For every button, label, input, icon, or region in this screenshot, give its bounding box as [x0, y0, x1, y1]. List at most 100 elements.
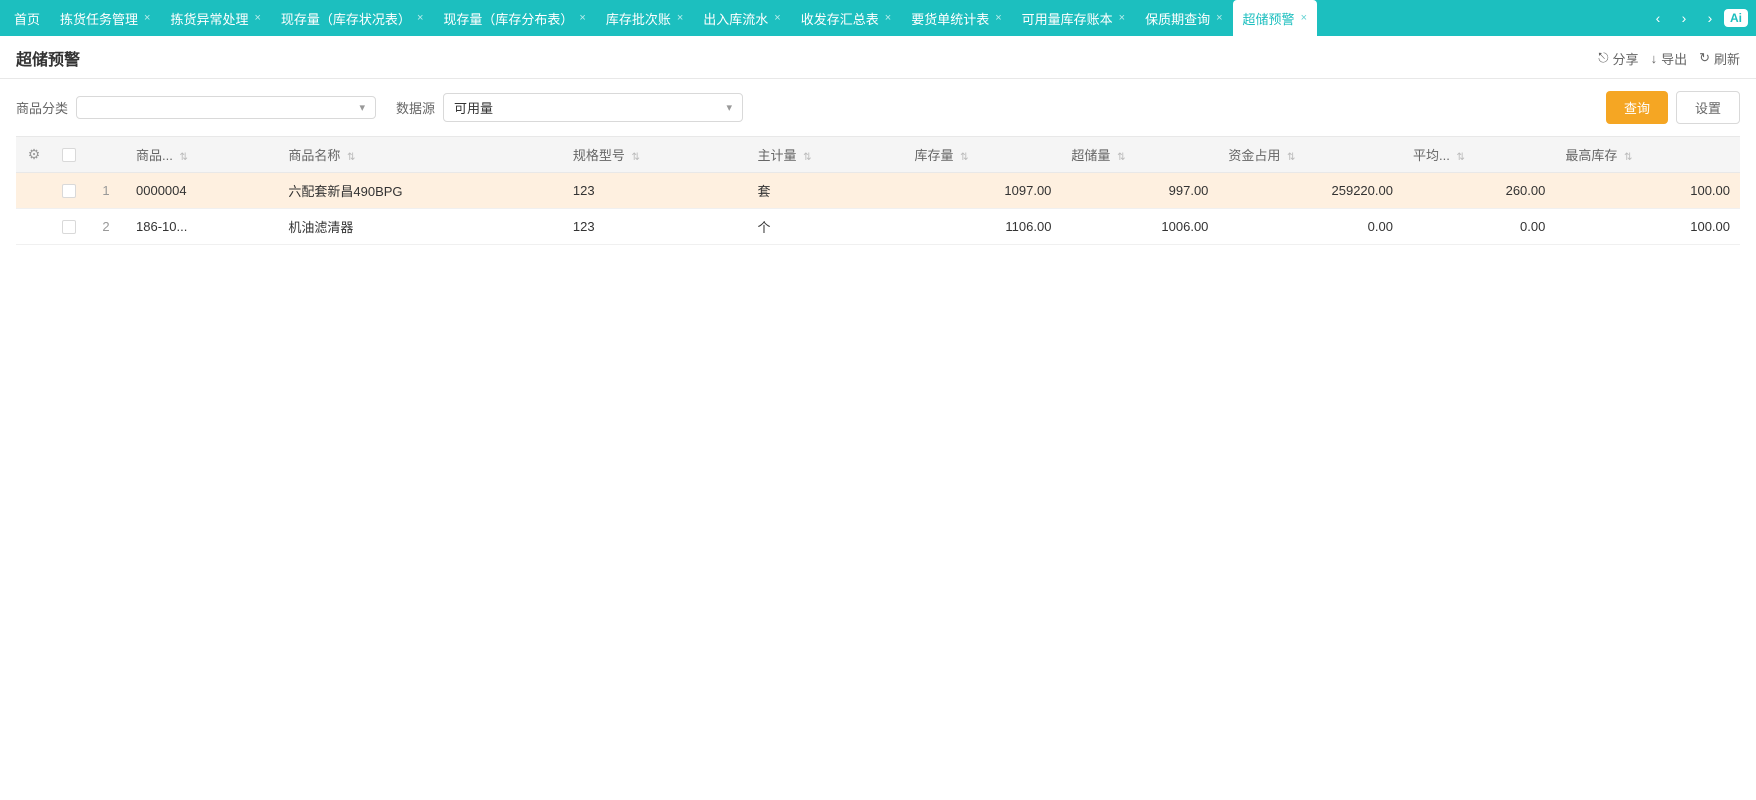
- nav-item-receive-send[interactable]: 收发存汇总表 ×: [791, 0, 901, 36]
- settings-button[interactable]: 设置: [1676, 91, 1740, 124]
- row-unit-cell: 个: [747, 209, 904, 245]
- col-spec[interactable]: 规格型号 ⇅: [563, 137, 748, 173]
- row-spec-cell: 123: [563, 209, 748, 245]
- col-stock-qty-sort-icon: ⇅: [960, 152, 968, 163]
- nav-item-label-order-stats: 要货单统计表: [911, 9, 989, 28]
- nav-item-quality-check[interactable]: 保质期查询 ×: [1135, 0, 1232, 36]
- nav-item-overstock-alert[interactable]: 超储预警 ×: [1233, 0, 1317, 36]
- refresh-label: 刷新: [1714, 49, 1740, 68]
- row-max-stock-cell: 100.00: [1555, 173, 1740, 209]
- col-overstock-qty-label: 超储量: [1071, 148, 1110, 163]
- col-avg[interactable]: 平均... ⇅: [1403, 137, 1555, 173]
- ai-badge[interactable]: Ai: [1724, 9, 1748, 27]
- nav-item-stock-dist[interactable]: 现存量（库存分布表） ×: [433, 0, 595, 36]
- col-max-stock[interactable]: 最高库存 ⇅: [1555, 137, 1740, 173]
- select-all-checkbox[interactable]: [62, 148, 76, 162]
- data-source-label: 数据源: [396, 98, 435, 117]
- query-button[interactable]: 查询: [1606, 91, 1668, 124]
- row-gear-cell: [16, 173, 52, 209]
- nav-item-label-overstock-alert: 超储预警: [1243, 9, 1295, 28]
- data-source-filter: 数据源 可用量 ▾: [396, 93, 743, 122]
- header-actions: ⎋ 分享 ↓ 导出 ↻ 刷新: [1598, 49, 1740, 68]
- nav-item-close-receive-send[interactable]: ×: [885, 12, 891, 24]
- row-checkbox-cell: [52, 173, 86, 209]
- col-product-name-sort-icon: ⇅: [347, 152, 355, 163]
- nav-item-home[interactable]: 首页: [4, 0, 50, 36]
- export-button[interactable]: ↓ 导出: [1651, 49, 1688, 68]
- page-title: 超储预警: [16, 46, 80, 70]
- share-button[interactable]: ⎋ 分享: [1598, 49, 1638, 68]
- nav-item-label-stock-status: 现存量（库存状况表）: [281, 9, 411, 28]
- row-overstock-qty-cell: 997.00: [1061, 173, 1218, 209]
- nav-item-label-stock-dist: 现存量（库存分布表）: [443, 9, 573, 28]
- col-product-name-label: 商品名称: [288, 148, 340, 163]
- page-header: 超储预警 ⎋ 分享 ↓ 导出 ↻ 刷新: [0, 36, 1756, 79]
- nav-item-close-stock-dist[interactable]: ×: [579, 12, 585, 24]
- row-spec-cell: 123: [563, 173, 748, 209]
- share-label: 分享: [1613, 49, 1639, 68]
- table-row: 1 0000004 六配套新昌490BPG 123 套 1097.00 997.…: [16, 173, 1740, 209]
- nav-item-close-quality-check[interactable]: ×: [1216, 12, 1222, 24]
- nav-item-close-overstock-alert[interactable]: ×: [1301, 12, 1307, 24]
- row-avg-cell: 260.00: [1403, 173, 1555, 209]
- row-capital-used-cell: 259220.00: [1218, 173, 1403, 209]
- product-category-select[interactable]: ▾: [76, 96, 376, 119]
- nav-item-label-receive-send: 收发存汇总表: [801, 9, 879, 28]
- nav-item-label-available-stock: 可用量库存账本: [1022, 9, 1113, 28]
- nav-item-label-exception-handling: 拣货异常处理: [170, 9, 248, 28]
- col-unit-sort-icon: ⇅: [803, 152, 811, 163]
- nav-item-close-exception-handling[interactable]: ×: [254, 12, 260, 24]
- row-index-cell: 1: [86, 173, 126, 209]
- table-gear-icon[interactable]: ⚙: [28, 146, 41, 162]
- nav-item-stock-status[interactable]: 现存量（库存状况表） ×: [271, 0, 433, 36]
- row-overstock-qty-cell: 1006.00: [1061, 209, 1218, 245]
- nav-item-close-task-mgmt[interactable]: ×: [144, 12, 150, 24]
- row-checkbox-0[interactable]: [62, 184, 76, 198]
- row-product-code-cell: 0000004: [126, 173, 278, 209]
- nav-item-label-home: 首页: [14, 9, 40, 28]
- row-index-cell: 2: [86, 209, 126, 245]
- nav-item-close-in-out-flow[interactable]: ×: [774, 12, 780, 24]
- nav-item-order-stats[interactable]: 要货单统计表 ×: [901, 0, 1011, 36]
- nav-item-label-stock-batch: 库存批次账: [606, 9, 671, 28]
- row-checkbox-1[interactable]: [62, 220, 76, 234]
- nav-item-close-available-stock[interactable]: ×: [1119, 12, 1125, 24]
- col-spec-label: 规格型号: [573, 148, 625, 163]
- nav-item-available-stock[interactable]: 可用量库存账本 ×: [1012, 0, 1135, 36]
- row-gear-cell: [16, 209, 52, 245]
- col-overstock-qty[interactable]: 超储量 ⇅: [1061, 137, 1218, 173]
- product-category-label: 商品分类: [16, 98, 68, 117]
- col-product-name[interactable]: 商品名称 ⇅: [278, 137, 563, 173]
- nav-item-label-task-mgmt: 拣货任务管理: [60, 9, 138, 28]
- nav-item-exception-handling[interactable]: 拣货异常处理 ×: [160, 0, 270, 36]
- col-unit[interactable]: 主计量 ⇅: [747, 137, 904, 173]
- row-capital-used-cell: 0.00: [1218, 209, 1403, 245]
- col-stock-qty[interactable]: 库存量 ⇅: [904, 137, 1061, 173]
- col-max-stock-label: 最高库存: [1565, 148, 1617, 163]
- nav-next-arrow[interactable]: ›: [1672, 10, 1696, 26]
- col-capital-used[interactable]: 资金占用 ⇅: [1218, 137, 1403, 173]
- col-max-stock-sort-icon: ⇅: [1624, 152, 1632, 163]
- nav-item-task-mgmt[interactable]: 拣货任务管理 ×: [50, 0, 160, 36]
- col-avg-label: 平均...: [1413, 148, 1450, 163]
- row-product-name-cell: 六配套新昌490BPG: [278, 173, 563, 209]
- refresh-button[interactable]: ↻ 刷新: [1699, 49, 1740, 68]
- col-stock-qty-label: 库存量: [914, 148, 953, 163]
- data-source-select[interactable]: 可用量 ▾: [443, 93, 743, 122]
- top-navigation: 首页拣货任务管理×拣货异常处理×现存量（库存状况表）×现存量（库存分布表）×库存…: [0, 0, 1756, 36]
- nav-item-stock-batch[interactable]: 库存批次账 ×: [596, 0, 693, 36]
- nav-item-close-stock-batch[interactable]: ×: [677, 12, 683, 24]
- export-icon: ↓: [1651, 51, 1658, 66]
- nav-item-in-out-flow[interactable]: 出入库流水×: [693, 0, 790, 36]
- filter-area: 商品分类 ▾ 数据源 可用量 ▾ 查询 设置: [0, 79, 1756, 136]
- table-header-row: ⚙ 商品... ⇅ 商品名称 ⇅ 规格型号 ⇅: [16, 137, 1740, 173]
- col-gear: ⚙: [16, 137, 52, 173]
- nav-prev-arrow[interactable]: ‹: [1646, 10, 1670, 26]
- nav-item-label-quality-check: 保质期查询: [1145, 9, 1210, 28]
- nav-item-close-stock-status[interactable]: ×: [417, 12, 423, 24]
- col-product-code[interactable]: 商品... ⇅: [126, 137, 278, 173]
- nav-item-close-order-stats[interactable]: ×: [995, 12, 1001, 24]
- row-avg-cell: 0.00: [1403, 209, 1555, 245]
- row-product-name-cell: 机油滤清器: [278, 209, 563, 245]
- nav-more-arrow[interactable]: ›: [1698, 10, 1722, 26]
